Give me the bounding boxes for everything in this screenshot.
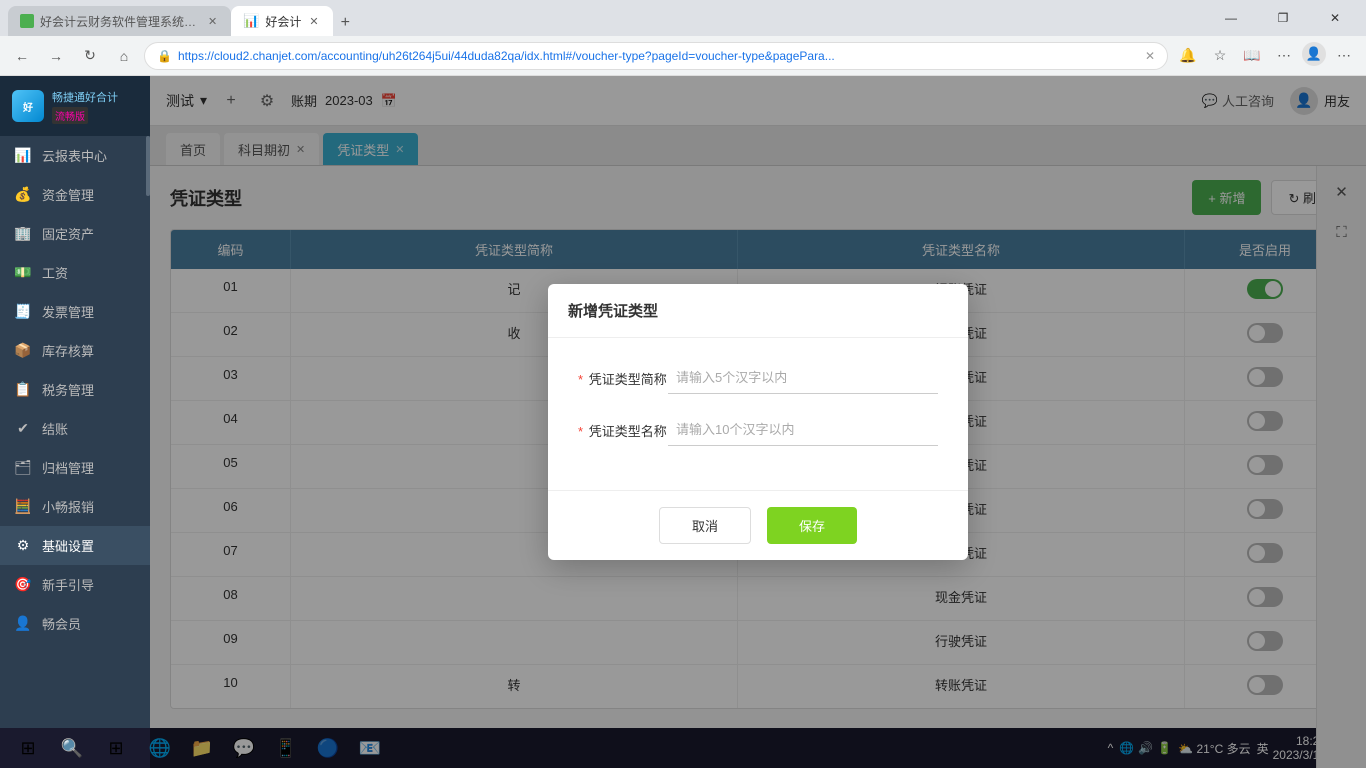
browser-titlebar: 好会计云财务软件管理系统_会计 ✕ 📊 好会计 ✕ + — ❐ ✕ (0, 0, 1366, 36)
member-icon: 👤 (14, 615, 32, 633)
sidebar-label-guide: 新手引导 (42, 575, 94, 594)
field-name-input[interactable] (668, 414, 938, 446)
checkout-icon: ✔ (14, 420, 32, 438)
sidebar-item-settings[interactable]: ⚙ 基础设置 (0, 526, 150, 565)
tab1-close[interactable]: ✕ (206, 13, 219, 30)
sidebar-label-tax: 税务管理 (42, 380, 94, 399)
sidebar-item-invoice[interactable]: 🧾 发票管理 (0, 292, 150, 331)
sidebar-item-archive[interactable]: 🗂 归档管理 (0, 448, 150, 487)
close-button[interactable]: ✕ (1312, 3, 1358, 33)
window-controls: — ❐ ✕ (1208, 3, 1358, 33)
sidebar-label-settings: 基础设置 (42, 536, 94, 555)
field-abbr-input[interactable] (668, 362, 938, 394)
modal-dialog: 新增凭证类型 * 凭证类型简称 * 凭证类型名称 取消 保存 (548, 284, 968, 560)
sidebar-item-reports[interactable]: 📊 云报表中心 (0, 136, 150, 175)
sidebar-item-member[interactable]: 👤 畅会员 (0, 604, 150, 643)
sidebar-item-guide[interactable]: 🎯 新手引导 (0, 565, 150, 604)
address-bar[interactable]: 🔒 https://cloud2.chanjet.com/accounting/… (144, 42, 1168, 70)
sidebar-label-expense: 小畅报销 (42, 497, 94, 516)
sidebar-label-member: 畅会员 (42, 614, 81, 633)
logo-text: 畅捷通好合计 流畅版 (52, 89, 118, 124)
browser-tabs: 好会计云财务软件管理系统_会计 ✕ 📊 好会计 ✕ + (8, 0, 1208, 36)
browser-tab-1[interactable]: 好会计云财务软件管理系统_会计 ✕ (8, 6, 231, 36)
sidebar-item-salary[interactable]: 💵 工资 (0, 253, 150, 292)
tax-icon: 📋 (14, 381, 32, 399)
required-star-2: * (578, 424, 583, 439)
assets-icon: 🏢 (14, 225, 32, 243)
sidebar-label-inventory: 库存核算 (42, 341, 94, 360)
sidebar-item-tax[interactable]: 📋 税务管理 (0, 370, 150, 409)
form-row-name: * 凭证类型名称 (578, 414, 938, 446)
address-text: https://cloud2.chanjet.com/accounting/uh… (178, 49, 1141, 63)
save-button[interactable]: 保存 (767, 507, 857, 544)
more-button[interactable]: ⋯ (1330, 42, 1358, 70)
extensions-button[interactable]: 🔔 (1174, 42, 1202, 70)
field-abbr-label: * 凭证类型简称 (578, 369, 668, 388)
sidebar-item-checkout[interactable]: ✔ 结账 (0, 409, 150, 448)
sidebar-label-checkout: 结账 (42, 419, 68, 438)
tab1-favicon (20, 14, 34, 28)
salary-icon: 💵 (14, 264, 32, 282)
sidebar-label-funds: 资金管理 (42, 185, 94, 204)
sidebar: 好 畅捷通好合计 流畅版 📊 云报表中心 💰 资金管理 🏢 固定资产 💵 工资 (0, 76, 150, 768)
sidebar-item-inventory[interactable]: 📦 库存核算 (0, 331, 150, 370)
sidebar-item-funds[interactable]: 💰 资金管理 (0, 175, 150, 214)
maximize-button[interactable]: ❐ (1260, 3, 1306, 33)
browser-action-buttons: 🔔 ☆ 📖 ⋯ 👤 ⋯ (1174, 42, 1358, 70)
new-tab-button[interactable]: + (333, 10, 358, 36)
forward-button[interactable]: → (42, 42, 70, 70)
expense-icon: 🧮 (14, 498, 32, 516)
back-button[interactable]: ← (8, 42, 36, 70)
search-button[interactable]: 🔍 (52, 730, 92, 766)
browser-addressbar: ← → ↻ ⌂ 🔒 https://cloud2.chanjet.com/acc… (0, 36, 1366, 76)
settings-icon: ⚙ (14, 537, 32, 555)
sidebar-label-reports: 云报表中心 (42, 146, 107, 165)
inventory-icon: 📦 (14, 342, 32, 360)
tab2-close[interactable]: ✕ (307, 13, 320, 30)
modal-header: 新增凭证类型 (548, 284, 968, 338)
profile-button[interactable]: 👤 (1302, 42, 1326, 66)
sidebar-label-invoice: 发票管理 (42, 302, 94, 321)
cancel-button[interactable]: 取消 (659, 507, 751, 544)
browser-settings-button[interactable]: ⋯ (1270, 42, 1298, 70)
form-row-abbr: * 凭证类型简称 (578, 362, 938, 394)
lock-icon: 🔒 (157, 49, 172, 63)
reports-icon: 📊 (14, 147, 32, 165)
modal-title: 新增凭证类型 (568, 303, 658, 320)
field-name-label: * 凭证类型名称 (578, 421, 668, 440)
modal-footer: 取消 保存 (548, 490, 968, 560)
minimize-button[interactable]: — (1208, 3, 1254, 33)
required-star-1: * (578, 372, 583, 387)
archive-icon: 🗂 (14, 459, 32, 477)
sidebar-label-archive: 归档管理 (42, 458, 94, 477)
task-view-button[interactable]: ⊞ (96, 730, 136, 766)
logo-title: 畅捷通好合计 (52, 89, 118, 105)
invoice-icon: 🧾 (14, 303, 32, 321)
tab1-label: 好会计云财务软件管理系统_会计 (40, 13, 200, 30)
logo-icon: 好 (12, 90, 44, 122)
tab2-label: 好会计 (265, 13, 301, 30)
refresh-button[interactable]: ↻ (76, 42, 104, 70)
logo-badge: 流畅版 (52, 107, 88, 124)
start-button[interactable]: ⊞ (8, 730, 48, 766)
sidebar-item-expense[interactable]: 🧮 小畅报销 (0, 487, 150, 526)
refresh-icon-inline: ✕ (1145, 49, 1155, 63)
funds-icon: 💰 (14, 186, 32, 204)
sidebar-scroll: 📊 云报表中心 💰 资金管理 🏢 固定资产 💵 工资 🧾 发票管理 📦 (0, 136, 150, 730)
sidebar-logo: 好 畅捷通好合计 流畅版 (0, 76, 150, 136)
favorites-button[interactable]: ☆ (1206, 42, 1234, 70)
modal-overlay: 新增凭证类型 * 凭证类型简称 * 凭证类型名称 取消 保存 (150, 76, 1366, 768)
sidebar-label-assets: 固定资产 (42, 224, 94, 243)
tab2-favicon: 📊 (243, 13, 259, 29)
browser-tab-2[interactable]: 📊 好会计 ✕ (231, 6, 332, 36)
home-button[interactable]: ⌂ (110, 42, 138, 70)
guide-icon: 🎯 (14, 576, 32, 594)
collections-button[interactable]: 📖 (1238, 42, 1266, 70)
sidebar-label-salary: 工资 (42, 263, 68, 282)
modal-body: * 凭证类型简称 * 凭证类型名称 (548, 338, 968, 490)
sidebar-item-assets[interactable]: 🏢 固定资产 (0, 214, 150, 253)
